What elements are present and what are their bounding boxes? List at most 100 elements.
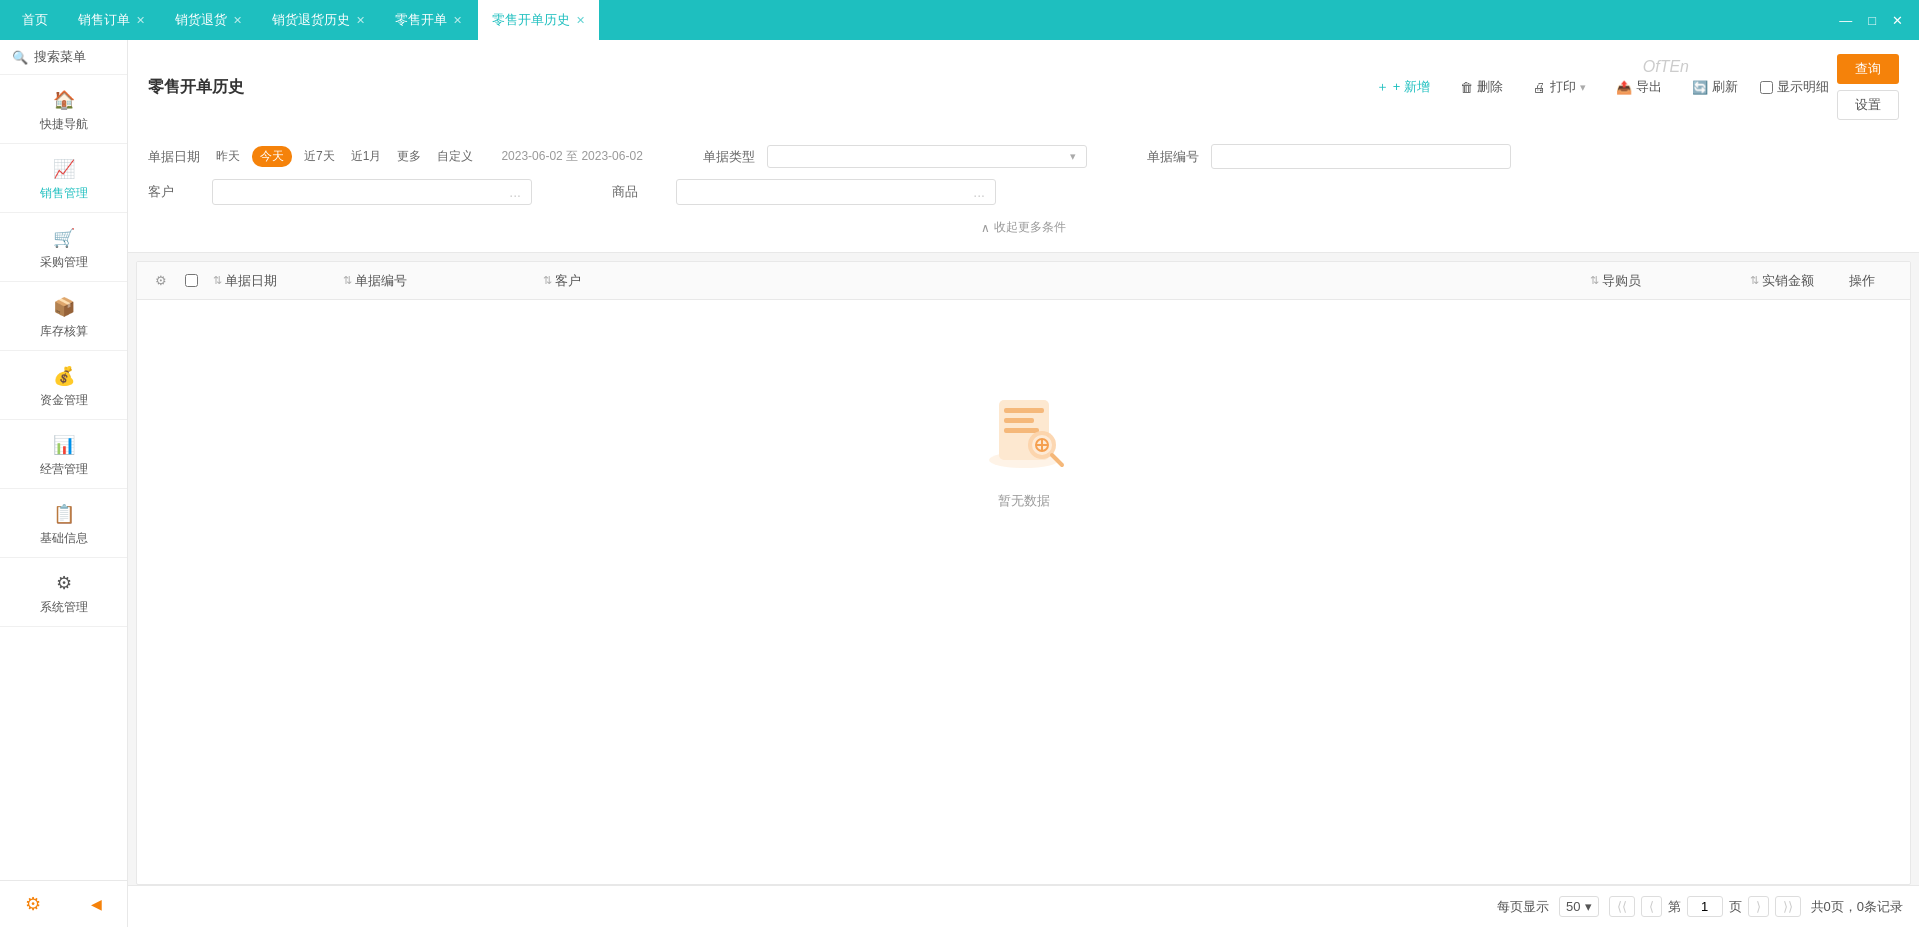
inventory-icon: 📦: [53, 296, 75, 318]
sidebar-item-inventory[interactable]: 📦 库存核算: [0, 282, 127, 351]
print-dropdown-icon: ▾: [1580, 81, 1586, 94]
svg-rect-4: [1004, 428, 1039, 433]
sidebar-item-purchase-mgmt[interactable]: 🛒 采购管理: [0, 213, 127, 282]
total-text: 共0页，0条记录: [1811, 898, 1903, 916]
date-filter-label: 单据日期: [148, 148, 204, 166]
delete-icon: 🗑: [1460, 80, 1473, 95]
customer-input-wrapper: ...: [212, 179, 532, 205]
th-customer[interactable]: ⇅ 客户: [535, 272, 1582, 290]
date-filter-group: 单据日期 昨天 今天 近7天 近1月 更多 自定义: [148, 146, 477, 167]
empty-state: 暂无数据: [137, 300, 1910, 590]
close-sales-order-tab[interactable]: ✕: [136, 14, 145, 27]
query-button[interactable]: 查询: [1837, 54, 1899, 84]
prev-page-btn[interactable]: ⟨: [1641, 896, 1662, 917]
th-amount[interactable]: ⇅ 实销金额: [1702, 272, 1822, 290]
export-button[interactable]: 📤 导出: [1608, 74, 1670, 100]
filter-row-1: 单据日期 昨天 今天 近7天 近1月 更多 自定义 2023-06-02 至 2…: [148, 144, 1899, 169]
tab-sales-return-history[interactable]: 销货退货历史 ✕: [258, 0, 379, 40]
print-button[interactable]: 🖨 打印 ▾: [1525, 74, 1594, 100]
customer-dots: ...: [509, 184, 521, 200]
tab-home[interactable]: 首页: [8, 0, 62, 40]
close-sales-return-history-tab[interactable]: ✕: [356, 14, 365, 27]
page-navigation: ⟨⟨ ⟨ 第 页 ⟩ ⟩⟩: [1609, 896, 1801, 917]
bill-num-input[interactable]: [1222, 149, 1500, 164]
new-button[interactable]: ＋ + 新增: [1368, 74, 1438, 100]
bill-type-group: 单据类型 ▾: [703, 145, 1087, 168]
tab-sales-return[interactable]: 销货退货 ✕: [161, 0, 256, 40]
th-guide[interactable]: ⇅ 导购员: [1582, 272, 1702, 290]
next-page-btn[interactable]: ⟩: [1748, 896, 1769, 917]
date-last1m[interactable]: 近1月: [347, 146, 386, 167]
select-all-checkbox[interactable]: [177, 274, 205, 287]
sort-date-icon: ⇅: [213, 274, 222, 287]
top-bar: 首页 销售订单 ✕ 销货退货 ✕ 销货退货历史 ✕ 零售开单 ✕ 零售开单历史 …: [0, 0, 1919, 40]
sidebar-item-quick-nav[interactable]: 🏠 快捷导航: [0, 75, 127, 144]
toolbar: ＋ + 新增 🗑 删除 🖨 打印 ▾ 📤: [1368, 54, 1899, 120]
per-page-select[interactable]: 50 ▾: [1559, 896, 1598, 917]
print-icon: 🖨: [1533, 80, 1546, 95]
th-date[interactable]: ⇅ 单据日期: [205, 272, 335, 290]
collapse-sidebar-icon[interactable]: ◀: [91, 896, 102, 912]
settings-button[interactable]: 设置: [1837, 90, 1899, 120]
last-page-btn[interactable]: ⟩⟩: [1775, 896, 1801, 917]
date-range-text: 2023-06-02 至 2023-06-02: [501, 148, 642, 165]
per-page-value: 50: [1566, 899, 1580, 914]
sidebar-item-system-mgmt[interactable]: ⚙ 系统管理: [0, 558, 127, 627]
sort-customer-icon: ⇅: [543, 274, 552, 287]
tab-retail-open[interactable]: 零售开单 ✕: [381, 0, 476, 40]
data-table: ⚙ ⇅ 单据日期 ⇅ 单据编号 ⇅ 客户 ⇅ 导购员: [136, 261, 1911, 885]
business-icon: 📊: [53, 434, 75, 456]
export-icon: 📤: [1616, 80, 1632, 95]
date-today[interactable]: 今天: [252, 146, 292, 167]
settings-bottom-icon[interactable]: ⚙: [25, 893, 41, 915]
tab-sales-order[interactable]: 销售订单 ✕: [64, 0, 159, 40]
close-sales-return-tab[interactable]: ✕: [233, 14, 242, 27]
close-btn[interactable]: ✕: [1892, 13, 1903, 28]
minimize-btn[interactable]: —: [1839, 13, 1852, 28]
close-retail-open-tab[interactable]: ✕: [453, 14, 462, 27]
page-number-input[interactable]: [1687, 896, 1723, 917]
bill-type-select[interactable]: ▾: [767, 145, 1087, 168]
customer-input[interactable]: [223, 185, 509, 200]
purchase-mgmt-icon: 🛒: [53, 227, 75, 249]
page-label: 第: [1668, 898, 1681, 916]
th-num[interactable]: ⇅ 单据编号: [335, 272, 535, 290]
sidebar-item-finance[interactable]: 💰 资金管理: [0, 351, 127, 420]
page-title: 零售开单历史: [148, 77, 244, 98]
sort-num-icon: ⇅: [343, 274, 352, 287]
first-page-btn[interactable]: ⟨⟨: [1609, 896, 1635, 917]
sidebar-item-basic-info[interactable]: 📋 基础信息: [0, 489, 127, 558]
sidebar-item-sales-mgmt[interactable]: 📈 销售管理: [0, 144, 127, 213]
empty-icon: [974, 380, 1074, 480]
toolbar-actions: ＋ + 新增 🗑 删除 🖨 打印 ▾ 📤: [1368, 74, 1829, 100]
sidebar-item-business[interactable]: 📊 经营管理: [0, 420, 127, 489]
empty-text: 暂无数据: [998, 492, 1050, 510]
date-custom[interactable]: 自定义: [433, 146, 477, 167]
new-icon: ＋: [1376, 78, 1389, 96]
display-detail-checkbox[interactable]: 显示明细: [1760, 78, 1829, 96]
delete-button[interactable]: 🗑 删除: [1452, 74, 1511, 100]
finance-icon: 💰: [53, 365, 75, 387]
close-retail-open-history-tab[interactable]: ✕: [576, 14, 585, 27]
refresh-button[interactable]: 🔄 刷新: [1684, 74, 1746, 100]
date-last7[interactable]: 近7天: [300, 146, 339, 167]
display-detail-input[interactable]: [1760, 81, 1773, 94]
page-header: 零售开单历史 ＋ + 新增 🗑 删除 🖨 打印: [128, 40, 1919, 253]
customer-filter-group: 客户 ...: [148, 179, 532, 205]
date-more[interactable]: 更多: [393, 146, 425, 167]
filter-row-2: 客户 ... 商品 ...: [148, 179, 1899, 205]
svg-rect-3: [1004, 418, 1034, 423]
filter-area: 单据日期 昨天 今天 近7天 近1月 更多 自定义 2023-06-02 至 2…: [148, 132, 1899, 252]
tab-retail-open-history[interactable]: 零售开单历史 ✕: [478, 0, 599, 40]
search-menu[interactable]: 🔍 搜索菜单: [0, 40, 127, 75]
goods-input[interactable]: [687, 185, 973, 200]
date-yesterday[interactable]: 昨天: [212, 146, 244, 167]
collapse-filters-btn[interactable]: ∧ 收起更多条件: [148, 215, 1899, 244]
main-layout: 🔍 搜索菜单 🏠 快捷导航 📈 销售管理 🛒 采购管理 📦 库存核算 💰 资金管…: [0, 40, 1919, 927]
bill-num-group: 单据编号: [1147, 144, 1511, 169]
bill-num-input-wrapper: [1211, 144, 1511, 169]
maximize-btn[interactable]: □: [1868, 13, 1876, 28]
column-settings-btn[interactable]: ⚙: [145, 273, 177, 288]
page-title-row: 零售开单历史 ＋ + 新增 🗑 删除 🖨 打印: [148, 54, 1899, 120]
basic-info-icon: 📋: [53, 503, 75, 525]
